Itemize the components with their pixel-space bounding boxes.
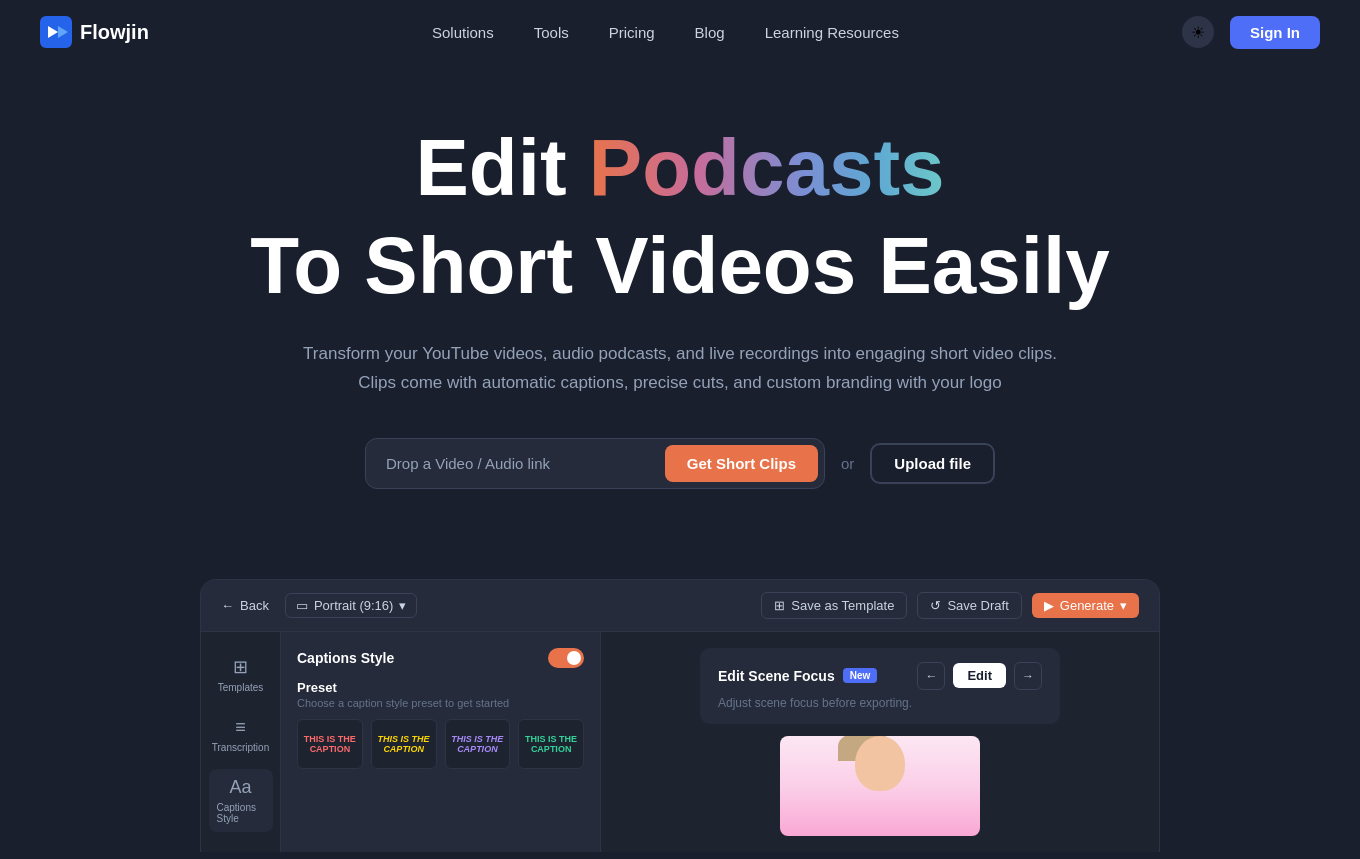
nav-link-blog[interactable]: Blog: [695, 24, 725, 41]
portrait-icon: ▭: [296, 598, 308, 613]
get-short-clips-button[interactable]: Get Short Clips: [665, 445, 818, 482]
transcription-icon: ≡: [235, 717, 246, 738]
generate-icon: ▶: [1044, 598, 1054, 613]
caption-preset-4-text: This is the caption: [523, 734, 579, 754]
url-input[interactable]: [386, 455, 665, 472]
save-template-icon: ⊞: [774, 598, 785, 613]
hero-title-edit: Edit: [415, 123, 588, 212]
editor-topbar-left: ← Back ▭ Portrait (9:16) ▾: [221, 593, 417, 618]
hero-title-line2: To Short Videos Easily: [250, 222, 1110, 310]
nav-links: Solutions Tools Pricing Blog Learning Re…: [432, 24, 899, 41]
save-draft-label: Save Draft: [947, 598, 1008, 613]
or-divider: or: [841, 455, 854, 472]
generate-button[interactable]: ▶ Generate ▾: [1032, 593, 1139, 618]
sidebar-item-templates[interactable]: ⊞ Templates: [209, 648, 273, 701]
back-button[interactable]: ← Back: [221, 598, 269, 613]
hero-title-line1: Edit Podcasts: [415, 124, 944, 212]
generate-label: Generate: [1060, 598, 1114, 613]
captions-style-label: Captions Style: [217, 802, 265, 824]
editor-preview: ← Back ▭ Portrait (9:16) ▾ ⊞ Save as Tem…: [200, 579, 1160, 852]
captions-title: Captions Style: [297, 650, 394, 666]
video-thumbnail: [780, 736, 980, 836]
caption-preset-4[interactable]: This is the caption: [518, 719, 584, 769]
transcription-label: Transcription: [212, 742, 269, 753]
caption-preset-1[interactable]: THIS IS THE CAPTION: [297, 719, 363, 769]
caption-preset-1-text: THIS IS THE CAPTION: [302, 734, 358, 754]
logo-icon: [40, 16, 72, 48]
portrait-chevron-icon: ▾: [399, 598, 406, 613]
caption-presets: THIS IS THE CAPTION THIS IS THE CAPTION …: [297, 719, 584, 769]
nav-link-learning-resources[interactable]: Learning Resources: [765, 24, 899, 41]
logo[interactable]: Flowjin: [40, 16, 149, 48]
input-row: Get Short Clips or Upload file: [365, 438, 995, 489]
theme-toggle-button[interactable]: ☀: [1182, 16, 1214, 48]
preset-subtitle: Choose a caption style preset to get sta…: [297, 697, 584, 709]
captions-header: Captions Style: [297, 648, 584, 668]
caption-preset-2-text: THIS IS THE CAPTION: [376, 734, 432, 754]
captions-toggle[interactable]: [548, 648, 584, 668]
nav-link-pricing[interactable]: Pricing: [609, 24, 655, 41]
upload-file-button[interactable]: Upload file: [870, 443, 995, 484]
scene-area: Edit Scene Focus New ← Edit → Adjust sce…: [601, 632, 1159, 852]
preset-section: Preset Choose a caption style preset to …: [297, 680, 584, 769]
person-silhouette: [840, 736, 920, 836]
caption-preset-3-text: THIS IS THE CAPTION: [450, 734, 506, 754]
url-input-container: Get Short Clips: [365, 438, 825, 489]
scene-edit-button[interactable]: Edit: [953, 663, 1006, 688]
nav-right: ☀ Sign In: [1182, 16, 1320, 49]
sign-in-button[interactable]: Sign In: [1230, 16, 1320, 49]
person-head: [855, 736, 905, 791]
hero-subtitle: Transform your YouTube videos, audio pod…: [300, 340, 1060, 398]
nav-link-tools[interactable]: Tools: [534, 24, 569, 41]
logo-text: Flowjin: [80, 21, 149, 44]
generate-chevron-icon: ▾: [1120, 598, 1127, 613]
scene-focus-card: Edit Scene Focus New ← Edit → Adjust sce…: [700, 648, 1060, 724]
back-label: Back: [240, 598, 269, 613]
editor-sidebar: ⊞ Templates ≡ Transcription Aa Captions …: [201, 632, 281, 852]
captions-panel: Captions Style Preset Choose a caption s…: [281, 632, 601, 852]
scene-nav: ← Edit →: [917, 662, 1042, 690]
scene-focus-desc: Adjust scene focus before exporting.: [718, 696, 1042, 710]
scene-focus-header: Edit Scene Focus New ← Edit →: [718, 662, 1042, 690]
editor-topbar: ← Back ▭ Portrait (9:16) ▾ ⊞ Save as Tem…: [201, 580, 1159, 632]
templates-label: Templates: [218, 682, 264, 693]
save-template-label: Save as Template: [791, 598, 894, 613]
portrait-button[interactable]: ▭ Portrait (9:16) ▾: [285, 593, 417, 618]
save-template-button[interactable]: ⊞ Save as Template: [761, 592, 907, 619]
editor-topbar-right: ⊞ Save as Template ↺ Save Draft ▶ Genera…: [761, 592, 1139, 619]
scene-focus-title-row: Edit Scene Focus New: [718, 668, 877, 684]
scene-next-button[interactable]: →: [1014, 662, 1042, 690]
hero-section: Edit Podcasts To Short Videos Easily Tra…: [0, 64, 1360, 529]
thumbnail-face: [780, 736, 980, 836]
save-draft-button[interactable]: ↺ Save Draft: [917, 592, 1021, 619]
sidebar-item-captions-style[interactable]: Aa Captions Style: [209, 769, 273, 832]
new-badge: New: [843, 668, 878, 683]
back-arrow-icon: ←: [221, 598, 234, 613]
scene-focus-title: Edit Scene Focus: [718, 668, 835, 684]
sidebar-item-transcription[interactable]: ≡ Transcription: [209, 709, 273, 761]
navbar: Flowjin Solutions Tools Pricing Blog Lea…: [0, 0, 1360, 64]
portrait-label: Portrait (9:16): [314, 598, 393, 613]
hero-title-podcasts: Podcasts: [589, 123, 945, 212]
captions-style-icon: Aa: [229, 777, 251, 798]
scene-prev-button[interactable]: ←: [917, 662, 945, 690]
caption-preset-3[interactable]: THIS IS THE CAPTION: [445, 719, 511, 769]
templates-icon: ⊞: [233, 656, 248, 678]
preset-title: Preset: [297, 680, 584, 695]
editor-body: ⊞ Templates ≡ Transcription Aa Captions …: [201, 632, 1159, 852]
save-draft-icon: ↺: [930, 598, 941, 613]
nav-link-solutions[interactable]: Solutions: [432, 24, 494, 41]
caption-preset-2[interactable]: THIS IS THE CAPTION: [371, 719, 437, 769]
